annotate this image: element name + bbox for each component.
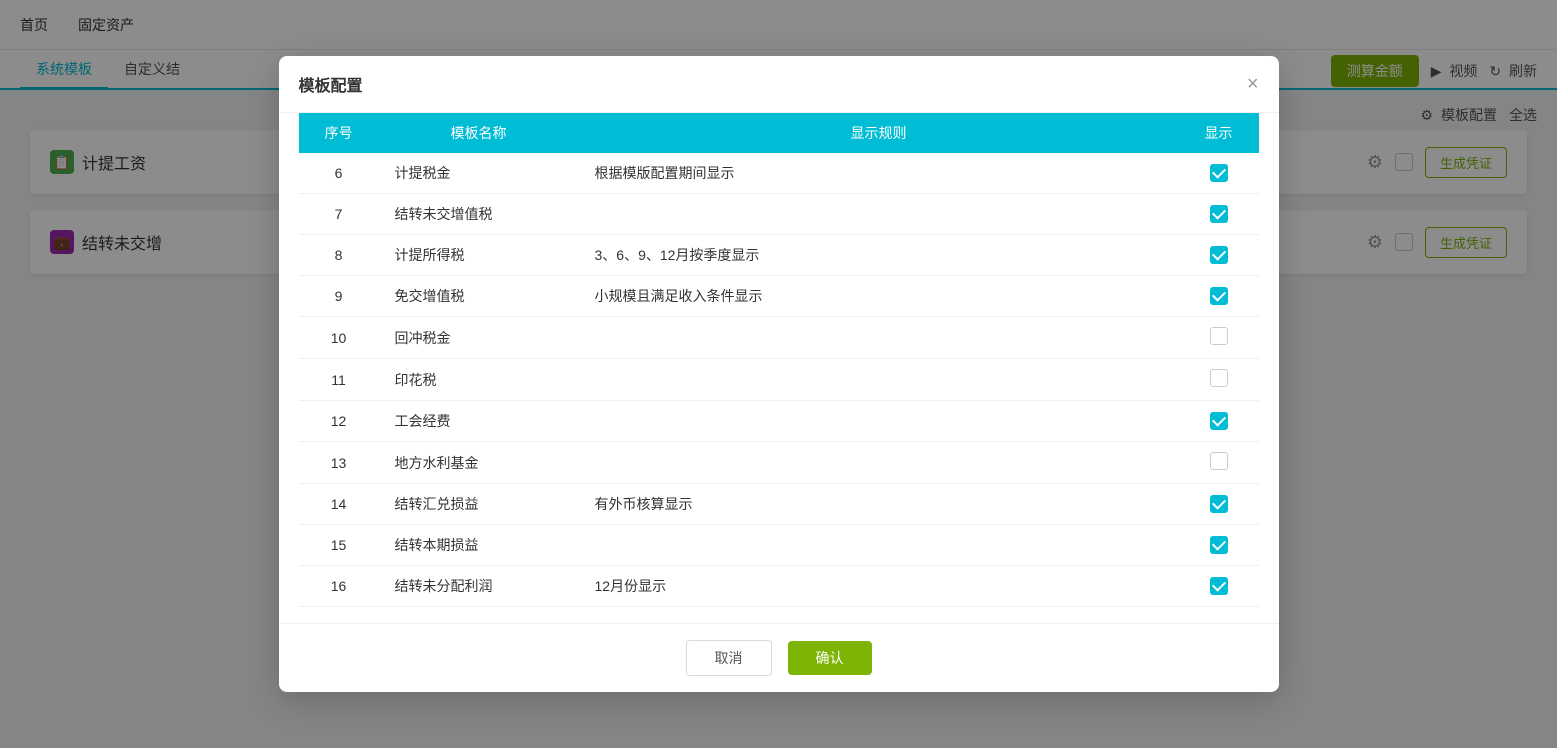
row-rule: 12月份显示 (579, 566, 1179, 607)
row-checkbox[interactable] (1210, 412, 1228, 430)
row-index: 6 (299, 153, 379, 194)
row-display (1179, 276, 1259, 317)
row-name: 结转未分配利润 (379, 566, 579, 607)
row-name: 回冲税金 (379, 317, 579, 359)
table-row: 8计提所得税3、6、9、12月按季度显示 (299, 235, 1259, 276)
row-display (1179, 401, 1259, 442)
row-display (1179, 442, 1259, 484)
table-row: 9免交增值税小规模且满足收入条件显示 (299, 276, 1259, 317)
table-row: 15结转本期损益 (299, 525, 1259, 566)
row-rule (579, 442, 1179, 484)
cancel-button[interactable]: 取消 (686, 640, 772, 676)
row-checkbox[interactable] (1210, 205, 1228, 223)
row-index: 12 (299, 401, 379, 442)
row-rule: 有外币核算显示 (579, 484, 1179, 525)
row-display (1179, 566, 1259, 607)
table-row: 10回冲税金 (299, 317, 1259, 359)
row-index: 15 (299, 525, 379, 566)
table-row: 13地方水利基金 (299, 442, 1259, 484)
row-display (1179, 235, 1259, 276)
row-display (1179, 194, 1259, 235)
row-checkbox[interactable] (1210, 164, 1228, 182)
row-index: 10 (299, 317, 379, 359)
row-rule: 3、6、9、12月按季度显示 (579, 235, 1179, 276)
row-display (1179, 317, 1259, 359)
row-rule (579, 359, 1179, 401)
table-row: 14结转汇兑损益有外币核算显示 (299, 484, 1259, 525)
row-rule (579, 525, 1179, 566)
row-name: 计提所得税 (379, 235, 579, 276)
row-display (1179, 153, 1259, 194)
row-index: 11 (299, 359, 379, 401)
row-rule (579, 401, 1179, 442)
row-checkbox[interactable] (1210, 327, 1228, 345)
row-checkbox[interactable] (1210, 495, 1228, 513)
table-header-row: 序号 模板名称 显示规则 显示 (299, 113, 1259, 153)
row-rule (579, 317, 1179, 359)
row-display (1179, 359, 1259, 401)
row-index: 7 (299, 194, 379, 235)
overlay: 模板配置 × 序号 模板名称 显示规则 显示 6计提税金根据模版配置期间显示7结… (0, 0, 1557, 748)
col-header-display: 显示 (1179, 113, 1259, 153)
dialog-footer: 取消 确认 (279, 623, 1279, 692)
col-header-rule: 显示规则 (579, 113, 1179, 153)
col-header-index: 序号 (299, 113, 379, 153)
row-checkbox[interactable] (1210, 452, 1228, 470)
config-table: 序号 模板名称 显示规则 显示 6计提税金根据模版配置期间显示7结转未交增值税8… (299, 113, 1259, 607)
row-name: 结转汇兑损益 (379, 484, 579, 525)
row-name: 结转本期损益 (379, 525, 579, 566)
row-checkbox[interactable] (1210, 577, 1228, 595)
dialog-close-button[interactable]: × (1247, 74, 1259, 94)
row-display (1179, 525, 1259, 566)
table-row: 11印花税 (299, 359, 1259, 401)
col-header-name: 模板名称 (379, 113, 579, 153)
row-checkbox[interactable] (1210, 246, 1228, 264)
row-index: 14 (299, 484, 379, 525)
row-rule (579, 194, 1179, 235)
dialog-title: 模板配置 (299, 72, 363, 96)
dialog: 模板配置 × 序号 模板名称 显示规则 显示 6计提税金根据模版配置期间显示7结… (279, 56, 1279, 692)
confirm-button[interactable]: 确认 (788, 641, 872, 675)
row-display (1179, 484, 1259, 525)
row-rule: 小规模且满足收入条件显示 (579, 276, 1179, 317)
dialog-body: 序号 模板名称 显示规则 显示 6计提税金根据模版配置期间显示7结转未交增值税8… (279, 113, 1279, 623)
row-name: 计提税金 (379, 153, 579, 194)
row-index: 8 (299, 235, 379, 276)
row-index: 13 (299, 442, 379, 484)
table-body: 6计提税金根据模版配置期间显示7结转未交增值税8计提所得税3、6、9、12月按季… (299, 153, 1259, 607)
row-checkbox[interactable] (1210, 536, 1228, 554)
table-row: 16结转未分配利润12月份显示 (299, 566, 1259, 607)
row-name: 免交增值税 (379, 276, 579, 317)
row-name: 地方水利基金 (379, 442, 579, 484)
dialog-header: 模板配置 × (279, 56, 1279, 113)
table-row: 12工会经费 (299, 401, 1259, 442)
row-checkbox[interactable] (1210, 369, 1228, 387)
row-name: 印花税 (379, 359, 579, 401)
row-index: 16 (299, 566, 379, 607)
table-row: 6计提税金根据模版配置期间显示 (299, 153, 1259, 194)
row-name: 工会经费 (379, 401, 579, 442)
row-rule: 根据模版配置期间显示 (579, 153, 1179, 194)
row-checkbox[interactable] (1210, 287, 1228, 305)
row-index: 9 (299, 276, 379, 317)
row-name: 结转未交增值税 (379, 194, 579, 235)
table-row: 7结转未交增值税 (299, 194, 1259, 235)
